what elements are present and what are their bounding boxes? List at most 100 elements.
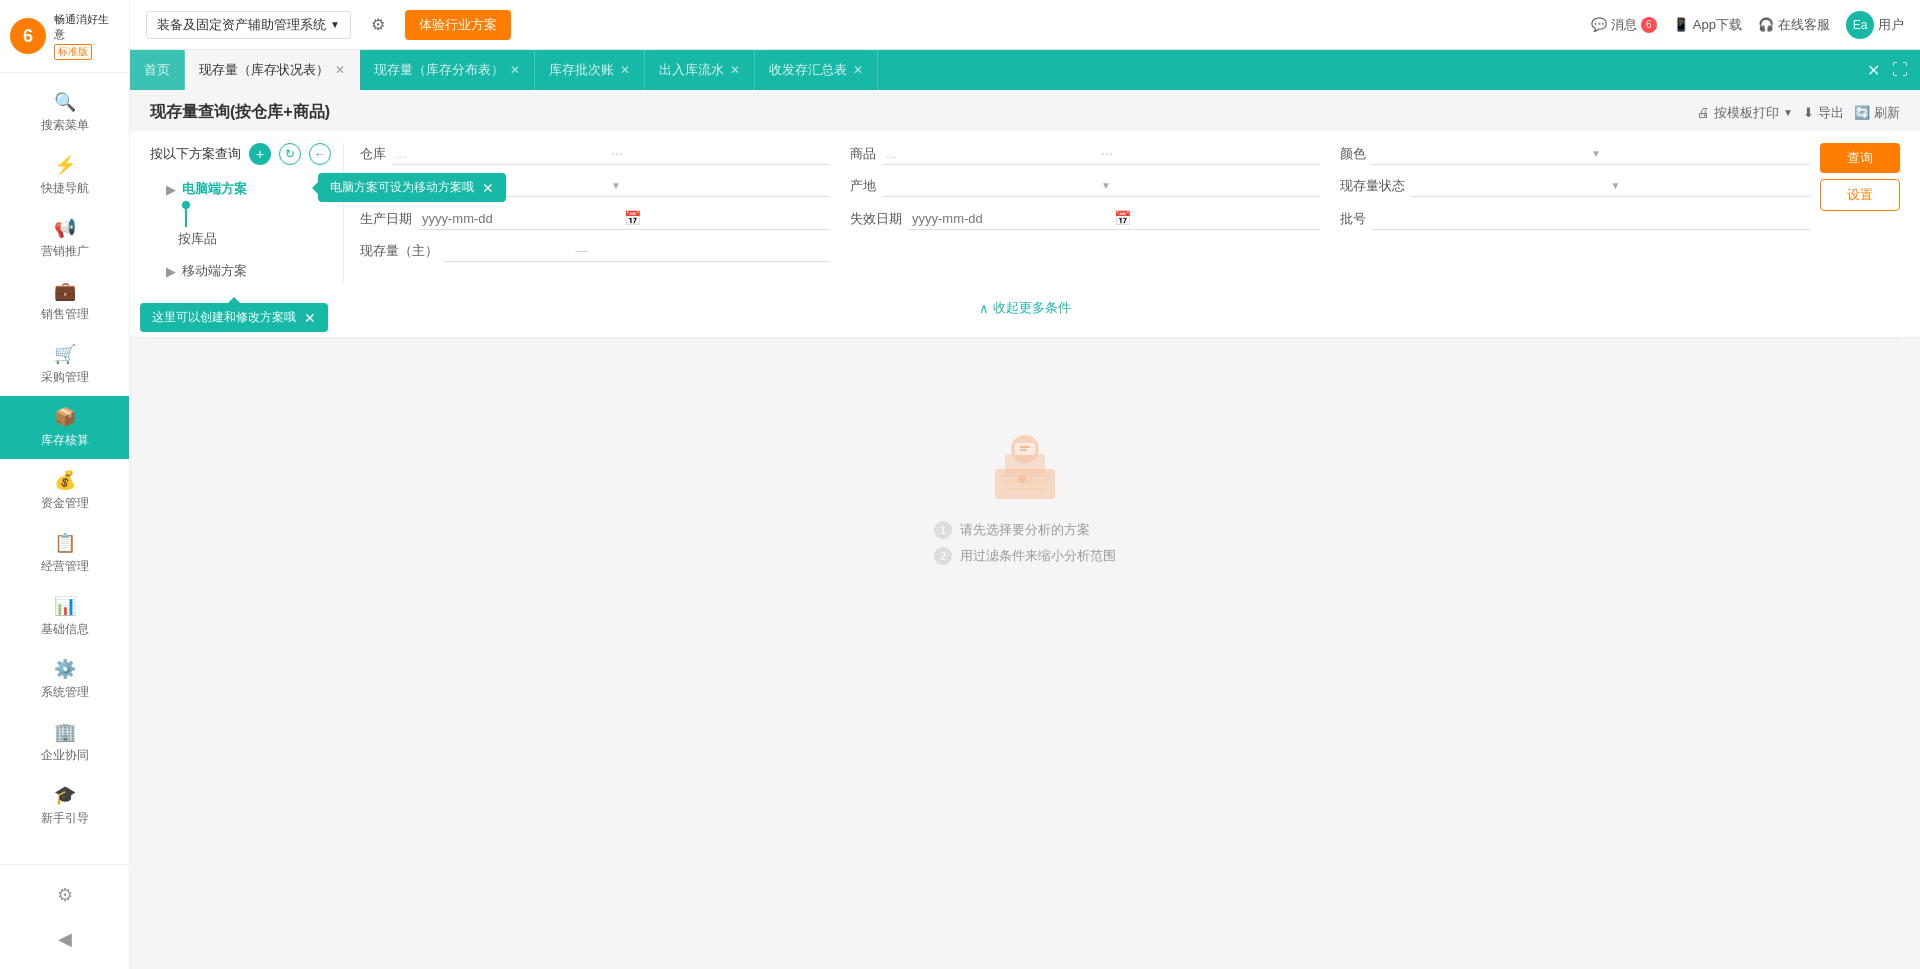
tab-receive-send[interactable]: 收发存汇总表 ✕ — [755, 50, 878, 90]
goods-control[interactable]: ... ⋯ — [882, 143, 1320, 165]
tab-inventory-status-close[interactable]: ✕ — [335, 63, 345, 77]
batch-input[interactable] — [1376, 211, 1806, 226]
dropdown-icon: ▼ — [330, 19, 340, 30]
export-btn[interactable]: ⬇ 导出 — [1803, 104, 1844, 122]
color-label: 颜色 — [1340, 145, 1366, 163]
sidebar-item-inventory[interactable]: 📦 库存核算 — [0, 396, 129, 459]
origin-control[interactable]: ▼ — [882, 175, 1320, 197]
filter-warehouse: 仓库 ... ⋯ — [360, 143, 830, 165]
origin-caret[interactable]: ▼ — [1101, 180, 1316, 191]
sidebar-item-system[interactable]: ⚙️ 系统管理 — [0, 648, 129, 711]
tab-batch-ledger[interactable]: 库存批次账 ✕ — [535, 50, 645, 90]
message-badge: 6 — [1641, 17, 1657, 33]
refresh-btn[interactable]: 🔄 刷新 — [1854, 104, 1900, 122]
stock-status-control[interactable]: ▼ — [1411, 175, 1810, 197]
system-icon: ⚙️ — [54, 658, 76, 680]
tab-inventory-status[interactable]: 现存量（库存状况表） ✕ — [185, 50, 360, 90]
print-dropdown-icon: ▼ — [1783, 107, 1793, 118]
production-date-label: 生产日期 — [360, 210, 412, 228]
sidebar-item-finance[interactable]: 💰 资金管理 — [0, 459, 129, 522]
tab-inout-flow[interactable]: 出入库流水 ✕ — [645, 50, 755, 90]
tab-inventory-dist-close[interactable]: ✕ — [510, 63, 520, 77]
warehouse-control[interactable]: ... ⋯ — [392, 143, 830, 165]
scheme-mobile[interactable]: ▶ 移动端方案 — [158, 259, 247, 283]
tab-receive-send-close[interactable]: ✕ — [853, 63, 863, 77]
sidebar-item-search[interactable]: 🔍 搜索菜单 — [0, 81, 129, 144]
origin-input[interactable] — [886, 178, 1101, 193]
settings-footer-btn[interactable]: ⚙ — [47, 877, 83, 913]
color-input[interactable] — [1376, 146, 1591, 161]
production-date-control[interactable]: 📅 — [418, 207, 830, 230]
message-icon: 💬 — [1591, 17, 1607, 32]
sidebar-item-operations[interactable]: 📋 经营管理 — [0, 522, 129, 585]
stock-status-label: 现存量状态 — [1340, 177, 1405, 195]
tab-batch-ledger-close[interactable]: ✕ — [620, 63, 630, 77]
avatar: Ea — [1846, 11, 1874, 39]
step-num-2: 2 — [934, 547, 952, 565]
batch-control[interactable] — [1372, 208, 1810, 230]
app-download-btn[interactable]: 📱 App下载 — [1673, 16, 1742, 34]
empty-step-2-text: 用过滤条件来缩小分析范围 — [960, 547, 1116, 565]
sidebar-item-quick-label: 快捷导航 — [41, 180, 89, 197]
search-btn[interactable]: 查询 — [1820, 143, 1900, 173]
filter-refresh-btn[interactable]: ↻ — [279, 143, 301, 165]
stock-status-caret[interactable]: ▼ — [1611, 180, 1807, 191]
warehouse-label: 仓库 — [360, 145, 386, 163]
sidebar-item-marketing[interactable]: 📢 营销推广 — [0, 207, 129, 270]
filter-label: 按以下方案查询 — [150, 145, 241, 163]
filter-add-btn[interactable]: + — [249, 143, 271, 165]
tab-home[interactable]: 首页 — [130, 50, 185, 90]
sidebar-item-purchase[interactable]: 🛒 采购管理 — [0, 333, 129, 396]
tab-inventory-dist[interactable]: 现存量（库存分布表） ✕ — [360, 50, 535, 90]
user-area[interactable]: Ea 用户 — [1846, 11, 1904, 39]
color-control[interactable]: ▼ — [1372, 143, 1810, 165]
sidebar-item-sales[interactable]: 💼 销售管理 — [0, 270, 129, 333]
collapse-footer-btn[interactable]: ◀ — [47, 921, 83, 957]
production-date-cal-icon[interactable]: 📅 — [624, 210, 826, 226]
template-print-btn[interactable]: 🖨 按模板打印 ▼ — [1697, 104, 1793, 122]
filter-back-btn[interactable]: ← — [309, 143, 331, 165]
app-download-label: App下载 — [1693, 16, 1742, 34]
batch-label: 批号 — [1340, 210, 1366, 228]
sidebar-item-basic[interactable]: 📊 基础信息 — [0, 585, 129, 648]
tooltip-create-close[interactable]: ✕ — [304, 310, 316, 326]
sidebar-item-purchase-label: 采购管理 — [41, 369, 89, 386]
warehouse-more-icon[interactable]: ⋯ — [611, 147, 826, 161]
topbar-gear-btn[interactable]: ⚙ — [363, 10, 393, 40]
tab-inout-flow-close[interactable]: ✕ — [730, 63, 740, 77]
stock-main-control[interactable]: — — [444, 240, 830, 262]
solution-button[interactable]: 体验行业方案 — [405, 10, 511, 40]
expiry-date-input[interactable] — [912, 211, 1114, 226]
empty-steps: 1 请先选择要分析的方案 2 用过滤条件来缩小分析范围 — [934, 521, 1116, 565]
tooltip-scheme-close[interactable]: ✕ — [482, 180, 494, 196]
tab-close-all-icon[interactable]: ✕ — [1867, 61, 1880, 80]
sidebar-item-search-label: 搜索菜单 — [41, 117, 89, 134]
sidebar-item-guide[interactable]: 🎓 新手引导 — [0, 774, 129, 837]
collapse-btn[interactable]: ∧ 收起更多条件 — [150, 291, 1900, 325]
scheme-sub-item[interactable]: 按库品 — [158, 227, 217, 251]
setup-btn[interactable]: 设置 — [1820, 179, 1900, 211]
collapse-label: 收起更多条件 — [993, 299, 1071, 317]
sidebar-item-quick[interactable]: ⚡ 快捷导航 — [0, 144, 129, 207]
color-caret[interactable]: ▼ — [1591, 148, 1806, 159]
tab-fullscreen-icon[interactable]: ⛶ — [1892, 61, 1908, 79]
tab-inventory-dist-label: 现存量（库存分布表） — [374, 61, 504, 79]
message-btn[interactable]: 💬 消息 6 — [1591, 16, 1657, 34]
production-date-input[interactable] — [422, 211, 624, 226]
stock-main-from[interactable] — [448, 243, 571, 258]
scheme-desktop[interactable]: ▶ 电脑端方案 — [158, 177, 247, 201]
user-label: 用户 — [1878, 16, 1904, 34]
goods-more-icon[interactable]: ⋯ — [1101, 147, 1316, 161]
system-title-select[interactable]: 装备及固定资产辅助管理系统 ▼ — [146, 11, 351, 39]
size-caret[interactable]: ▼ — [611, 180, 826, 191]
collapse-up-icon: ∧ — [979, 301, 989, 316]
scheme-mobile-label: 移动端方案 — [182, 262, 247, 280]
expiry-date-control[interactable]: 📅 — [908, 207, 1320, 230]
stock-main-to[interactable] — [703, 243, 826, 258]
stock-status-input[interactable] — [1415, 178, 1611, 193]
sidebar-item-enterprise[interactable]: 🏢 企业协同 — [0, 711, 129, 774]
filter-production-date: 生产日期 📅 — [360, 207, 830, 230]
export-icon: ⬇ — [1803, 105, 1814, 120]
online-support-btn[interactable]: 🎧 在线客服 — [1758, 16, 1830, 34]
expiry-date-cal-icon[interactable]: 📅 — [1114, 210, 1316, 226]
